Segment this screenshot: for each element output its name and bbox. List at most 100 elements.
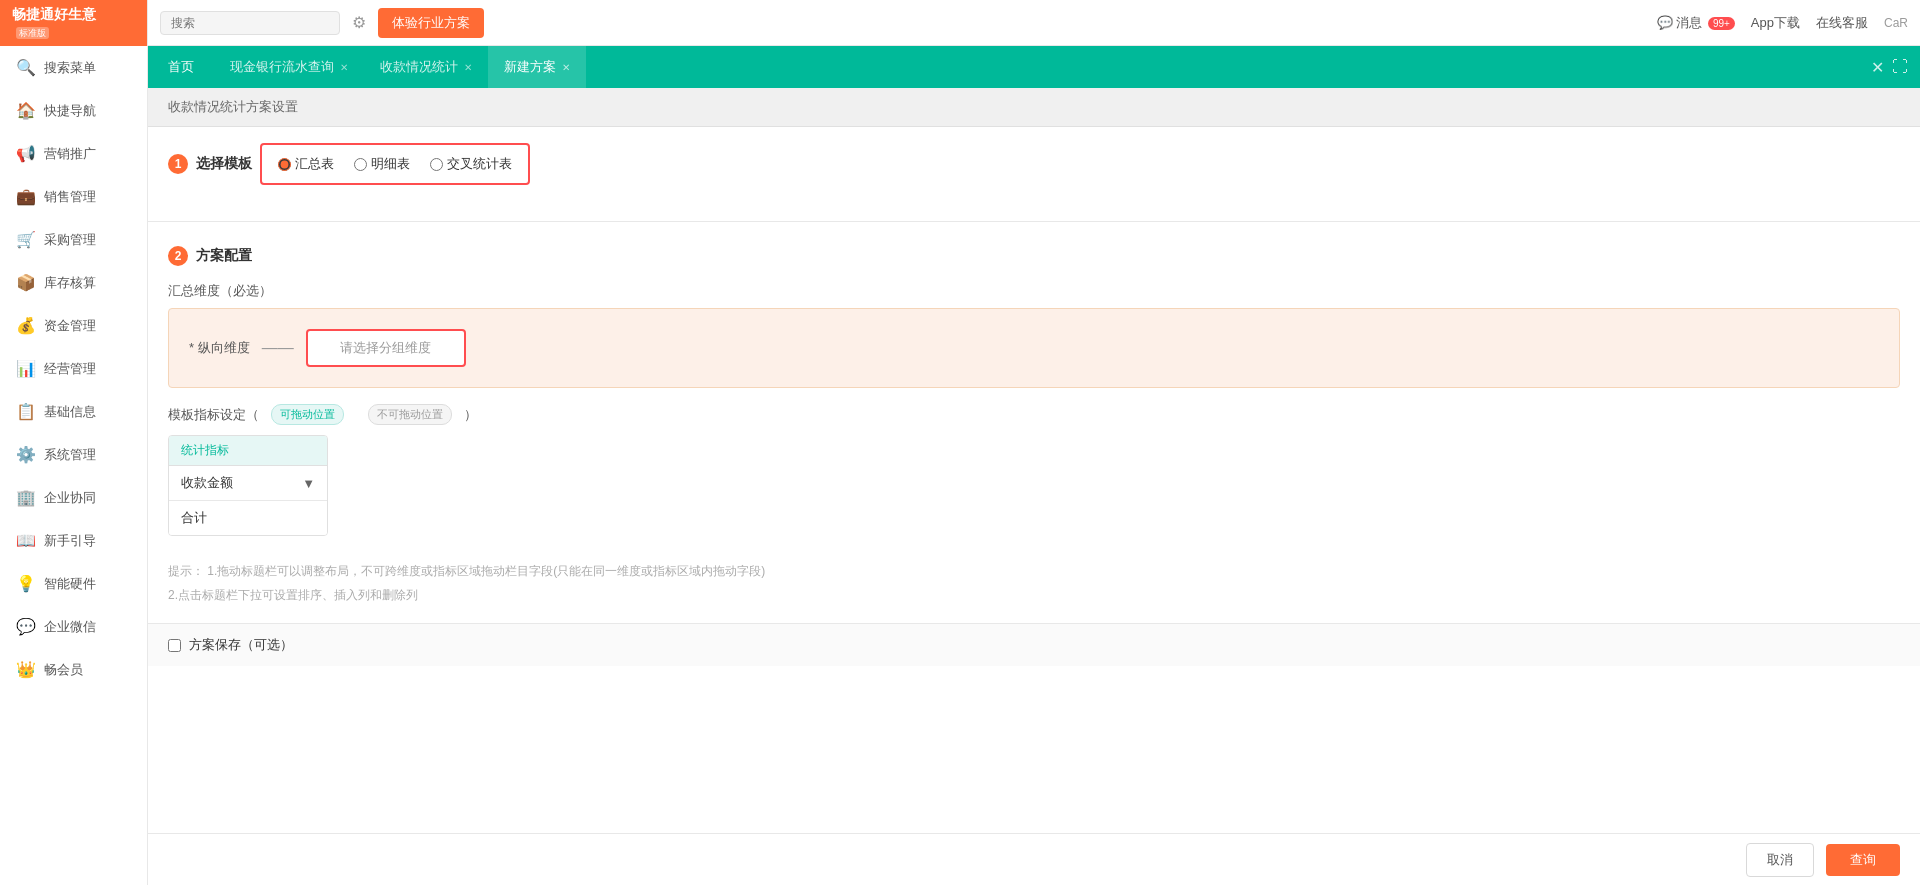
- tips-line2: 2.点击标题栏下拉可设置排序、插入列和删除列: [168, 583, 1900, 607]
- sidebar-icon: 🔍: [16, 58, 36, 77]
- step2-num: 2: [168, 246, 188, 266]
- radio-input-cross[interactable]: [430, 158, 443, 171]
- sidebar-icon: 💼: [16, 187, 36, 206]
- dimension-title: 汇总维度（必选）: [168, 282, 1900, 300]
- sidebar-item-销售管理[interactable]: 💼 销售管理: [0, 175, 147, 218]
- indicator-end: ）: [464, 406, 477, 424]
- tips-text1: 提示： 1.拖动标题栏可以调整布局，不可跨维度或指标区域拖动栏目字段(只能在同一…: [168, 559, 765, 583]
- step2-label: 2 方案配置: [168, 246, 1900, 266]
- radio-detail[interactable]: 明细表: [354, 155, 410, 173]
- sidebar-label: 销售管理: [44, 188, 96, 206]
- close-window-icon[interactable]: ✕: [1871, 58, 1884, 77]
- tab-close-icon[interactable]: ✕: [464, 62, 472, 73]
- query-button[interactable]: 查询: [1826, 844, 1900, 876]
- sidebar-icon: 📊: [16, 359, 36, 378]
- sidebar-item-畅会员[interactable]: 👑 畅会员: [0, 648, 147, 691]
- content-area: 收款情况统计方案设置 1 选择模板 汇总表明细表交叉统计表 2 方案配置: [148, 88, 1920, 833]
- sidebar-item-新手引导[interactable]: 📖新手引导: [0, 519, 147, 562]
- sidebar-icon: 📢: [16, 144, 36, 163]
- group-dimension-select[interactable]: 请选择分组维度: [306, 329, 466, 367]
- sidebar-item-经营管理[interactable]: 📊 经营管理: [0, 347, 147, 390]
- sidebar-item-资金管理[interactable]: 💰 资金管理: [0, 304, 147, 347]
- sidebar-item-基础信息[interactable]: 📋 基础信息: [0, 390, 147, 433]
- indicator-cell-合计: 合计: [169, 501, 327, 535]
- indicator-cell-label: 收款金额: [181, 474, 233, 492]
- trial-button[interactable]: 体验行业方案: [378, 8, 484, 38]
- tab-新建方案[interactable]: 新建方案 ✕: [488, 46, 586, 88]
- indicator-dropdown-icon[interactable]: ▼: [302, 476, 315, 491]
- sidebar-icon: ⚙️: [16, 445, 36, 464]
- tab-close-icon[interactable]: ✕: [562, 62, 570, 73]
- sidebar-icon: 🛒: [16, 230, 36, 249]
- sidebar-item-企业协同[interactable]: 🏢企业协同: [0, 476, 147, 519]
- radio-input-summary[interactable]: [278, 158, 291, 171]
- sidebar-item-搜索菜单[interactable]: 🔍 搜索菜单: [0, 46, 147, 89]
- template-selection: 汇总表 明细表 交叉统计表: [260, 143, 530, 185]
- sidebar-label: 新手引导: [44, 532, 96, 550]
- message-icon[interactable]: 💬 消息 99+: [1657, 14, 1735, 32]
- tab-label: 收款情况统计: [380, 58, 458, 76]
- radio-cross[interactable]: 交叉统计表: [430, 155, 512, 173]
- indicator-section: 模板指标设定（ 可拖动位置 不可拖动位置 ） 统计指标 收款金额▼合计: [168, 404, 1900, 539]
- tabbar-actions: ✕ ⛶: [1871, 58, 1920, 77]
- topbar-right: 💬 消息 99+ App下载 在线客服 CaR: [1657, 14, 1908, 32]
- sidebar-icon: 📦: [16, 273, 36, 292]
- sidebar-item-快捷导航[interactable]: 🏠快捷导航: [0, 89, 147, 132]
- save-label: 方案保存（可选）: [189, 636, 293, 654]
- sidebar-item-智能硬件[interactable]: 💡智能硬件: [0, 562, 147, 605]
- step1-num: 1: [168, 154, 188, 174]
- radio-label-detail: 明细表: [371, 155, 410, 173]
- message-label: 消息: [1676, 15, 1702, 30]
- movable-tag: 可拖动位置: [271, 404, 344, 425]
- cancel-button[interactable]: 取消: [1746, 843, 1814, 877]
- online-support-link[interactable]: 在线客服: [1816, 14, 1868, 32]
- sidebar-logo: 畅捷通好生意 标准版: [0, 0, 147, 46]
- sidebar-item-库存核算[interactable]: 📦库存核算: [0, 261, 147, 304]
- user-name: CaR: [1884, 16, 1908, 30]
- sidebar-icon: 🏠: [16, 101, 36, 120]
- sidebar-label: 企业微信: [44, 618, 96, 636]
- sidebar-label: 系统管理: [44, 446, 96, 464]
- sidebar-item-营销推广[interactable]: 📢营销推广: [0, 132, 147, 175]
- divider1: [148, 221, 1920, 222]
- save-section: 方案保存（可选）: [148, 623, 1920, 666]
- indicator-label-row: 模板指标设定（ 可拖动位置 不可拖动位置 ）: [168, 404, 1900, 425]
- dimension-area: * 纵向维度 —— 请选择分组维度: [168, 308, 1900, 388]
- indicator-cell-label: 合计: [181, 509, 207, 527]
- tips-section: 提示： 1.拖动标题栏可以调整布局，不可跨维度或指标区域拖动栏目字段(只能在同一…: [168, 559, 1900, 607]
- indicator-cell-收款金额: 收款金额 ▼: [169, 466, 327, 501]
- tab-现金银行流水查询[interactable]: 现金银行流水查询✕: [214, 46, 364, 88]
- sidebar-icon: 📋: [16, 402, 36, 421]
- tab-close-icon[interactable]: ✕: [340, 62, 348, 73]
- save-checkbox[interactable]: [168, 639, 181, 652]
- app-download-link[interactable]: App下载: [1751, 14, 1800, 32]
- radio-summary[interactable]: 汇总表: [278, 155, 334, 173]
- sidebar-item-采购管理[interactable]: 🛒采购管理: [0, 218, 147, 261]
- sidebar-label: 畅会员: [44, 661, 83, 679]
- indicator-table: 统计指标 收款金额▼合计: [168, 435, 328, 536]
- sidebar-label: 资金管理: [44, 317, 96, 335]
- sidebar-label: 经营管理: [44, 360, 96, 378]
- message-badge: 99+: [1708, 17, 1735, 30]
- page-header: 收款情况统计方案设置: [148, 88, 1920, 127]
- app-badge: 标准版: [16, 27, 49, 39]
- sidebar-icon: 💰: [16, 316, 36, 335]
- gear-icon[interactable]: ⚙: [352, 13, 366, 32]
- main-area: ⚙ 体验行业方案 💬 消息 99+ App下载 在线客服 CaR 首页 现金银行…: [148, 0, 1920, 885]
- tab-label: 新建方案: [504, 58, 556, 76]
- sidebar: 畅捷通好生意 标准版 🔍 搜索菜单 🏠快捷导航📢营销推广 💼 销售管理 🛒采购管理📦库存核…: [0, 0, 148, 885]
- sidebar-label: 基础信息: [44, 403, 96, 421]
- sidebar-label: 搜索菜单: [44, 59, 96, 77]
- search-input[interactable]: [160, 11, 340, 35]
- step2-title: 方案配置: [196, 247, 252, 265]
- sidebar-item-企业微信[interactable]: 💬 企业微信: [0, 605, 147, 648]
- sidebar-icon: 💬: [16, 617, 36, 636]
- tab-收款情况统计[interactable]: 收款情况统计 ✕: [364, 46, 488, 88]
- sidebar-item-系统管理[interactable]: ⚙️ 系统管理: [0, 433, 147, 476]
- sidebar-icon: 🏢: [16, 488, 36, 507]
- dimension-row: * 纵向维度 —— 请选择分组维度: [189, 329, 1879, 367]
- tab-home[interactable]: 首页: [148, 46, 214, 88]
- sidebar-icon: 👑: [16, 660, 36, 679]
- maximize-icon[interactable]: ⛶: [1892, 58, 1908, 76]
- radio-input-detail[interactable]: [354, 158, 367, 171]
